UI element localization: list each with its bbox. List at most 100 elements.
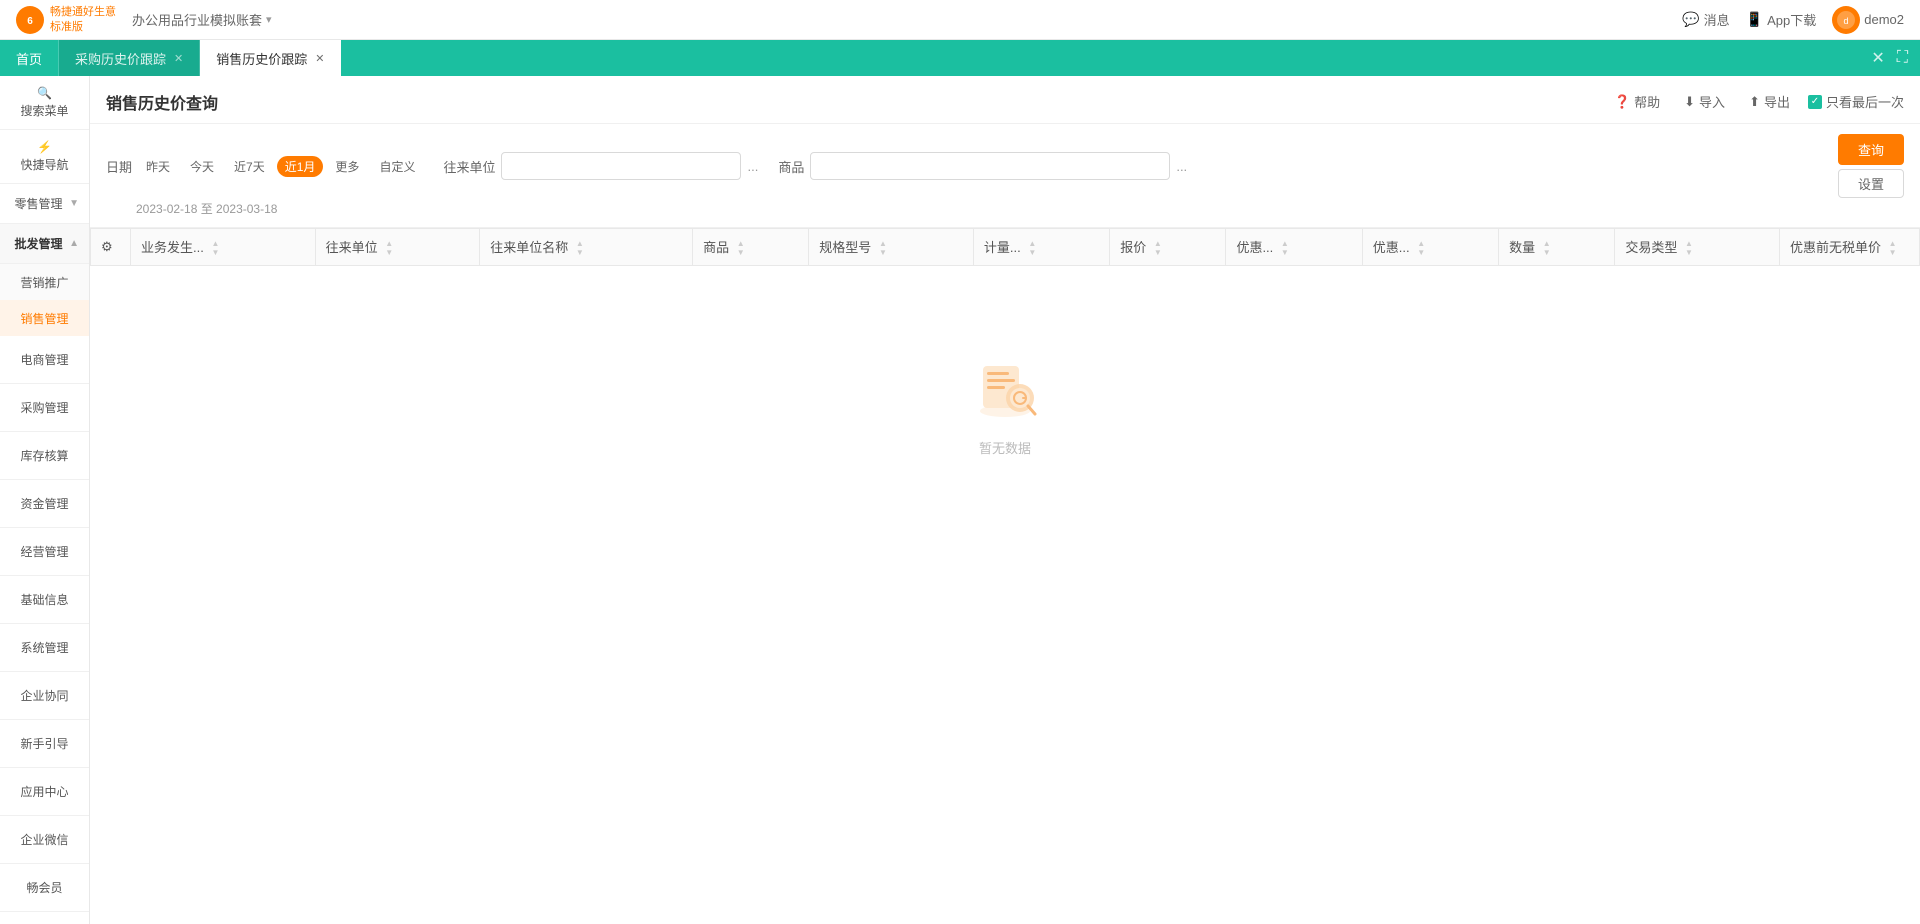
avatar: d (1832, 6, 1860, 34)
close-window-button[interactable]: ✕ (1871, 48, 1884, 68)
sidebar-item-label: 快捷导航 (20, 156, 68, 173)
product-filter-group: 商品 ... (778, 152, 1187, 180)
sidebar-item-system[interactable]: 系统管理 (0, 624, 89, 672)
sidebar-item-enterprise-coop[interactable]: 企业协同 (0, 672, 89, 720)
date-btn-yesterday[interactable]: 昨天 (138, 156, 178, 177)
sidebar-item-wholesale-mgmt[interactable]: 批发管理 ▲ (0, 224, 89, 264)
top-header: 6 畅捷通好生意 标准版 办公用品行业模拟账套 ▾ 💬 消息 📱 App下载 d… (0, 0, 1920, 40)
app-download-icon: 📱 (1746, 11, 1763, 28)
message-icon: 💬 (1682, 11, 1699, 28)
th-pre-tax[interactable]: 优惠前无税单价 ▲▼ (1780, 229, 1920, 266)
sidebar-item-label: 销售管理 (20, 310, 68, 327)
th-qty[interactable]: 数量 ▲▼ (1499, 229, 1615, 266)
gear-icon[interactable]: ⚙ (101, 239, 113, 254)
sidebar-item-basic-info[interactable]: 基础信息 (0, 576, 89, 624)
sidebar-item-sales-mgmt[interactable]: 销售管理 (0, 300, 89, 336)
sort-icons: ▲▼ (1154, 240, 1162, 257)
th-biz-date[interactable]: 业务发生... ▲▼ (131, 229, 316, 266)
user-name: demo2 (1864, 12, 1904, 27)
quick-nav-icon: ⚡ (37, 140, 52, 154)
help-button[interactable]: ❓ 帮助 (1608, 88, 1666, 115)
sidebar-item-purchase[interactable]: 采购管理 (0, 384, 89, 432)
sidebar-item-label: 库存核算 (20, 447, 68, 464)
page-actions: ❓ 帮助 ⬇ 导入 ⬆ 导出 ✓ 只看最后一次 (1608, 88, 1904, 115)
query-button[interactable]: 查询 (1838, 134, 1904, 165)
only-last-label: 只看最后一次 (1826, 92, 1904, 111)
app-download-action[interactable]: 📱 App下载 (1746, 10, 1817, 29)
sidebar-item-member[interactable]: 畅会员 (0, 864, 89, 912)
th-partner-code[interactable]: 往来单位 ▲▼ (315, 229, 480, 266)
sidebar-item-label: 电商管理 (20, 351, 68, 368)
th-partner-code-label: 往来单位 (326, 240, 378, 255)
sidebar-item-retail-mgmt[interactable]: 零售管理 ▼ (0, 184, 89, 224)
th-unit-label: 计量... (984, 240, 1021, 255)
th-quote[interactable]: 报价 ▲▼ (1110, 229, 1226, 266)
date-btn-more[interactable]: 更多 (327, 156, 367, 177)
th-spec[interactable]: 规格型号 ▲▼ (809, 229, 974, 266)
data-table: ⚙ 业务发生... ▲▼ 往来单位 ▲▼ 往来单位名称 (90, 228, 1920, 266)
date-btn-today[interactable]: 今天 (182, 156, 222, 177)
sidebar-item-label: 搜索菜单 (20, 102, 68, 119)
fullscreen-button[interactable]: ⛶ (1897, 49, 1908, 67)
date-label: 日期 (106, 157, 132, 176)
date-range-display: 2023-02-18 至 2023-03-18 (136, 200, 1904, 217)
th-partner-name-label: 往来单位名称 (490, 240, 568, 255)
sidebar-item-ops[interactable]: 经营管理 (0, 528, 89, 576)
th-discount1[interactable]: 优惠... ▲▼ (1226, 229, 1362, 266)
message-label: 消息 (1704, 10, 1730, 29)
date-btn-last1m[interactable]: 近1月 (277, 156, 324, 177)
partner-input[interactable] (501, 152, 741, 180)
only-last-checkbox[interactable]: ✓ 只看最后一次 (1808, 92, 1904, 111)
message-action[interactable]: 💬 消息 (1682, 10, 1729, 29)
tab-sales-close[interactable]: ✕ (315, 52, 324, 65)
user-area[interactable]: d demo2 (1832, 6, 1904, 34)
sort-icons: ▲▼ (576, 240, 584, 257)
tab-purchase-close[interactable]: ✕ (174, 52, 183, 65)
tab-purchase-history[interactable]: 采购历史价跟踪 ✕ (59, 40, 200, 76)
sort-icons: ▲▼ (385, 240, 393, 257)
sidebar-item-label: 批发管理 (10, 235, 67, 252)
date-range-text: 2023-02-18 至 2023-03-18 (136, 202, 277, 216)
sidebar-item-label: 应用中心 (20, 783, 68, 800)
tab-bar-actions: ✕ ⛶ (1859, 40, 1920, 76)
partner-dots[interactable]: ... (747, 159, 758, 174)
th-trade-type-label: 交易类型 (1625, 240, 1677, 255)
th-qty-label: 数量 (1509, 240, 1535, 255)
sidebar-item-enterprise-wechat[interactable]: 企业微信 (0, 816, 89, 864)
sidebar-item-new-guide[interactable]: 新手引导 (0, 720, 89, 768)
export-button[interactable]: ⬆ 导出 (1743, 88, 1796, 115)
th-partner-name[interactable]: 往来单位名称 ▲▼ (480, 229, 693, 266)
sidebar-item-search-menu[interactable]: 🔍 搜索菜单 (0, 76, 89, 130)
sidebar-item-finance[interactable]: 资金管理 (0, 480, 89, 528)
date-options: 昨天 今天 近7天 近1月 更多 自定义 (138, 156, 423, 177)
tab-home-label: 首页 (16, 49, 42, 68)
th-unit[interactable]: 计量... ▲▼ (973, 229, 1109, 266)
sidebar-item-inventory[interactable]: 库存核算 (0, 432, 89, 480)
import-button[interactable]: ⬇ 导入 (1678, 88, 1731, 115)
workspace-selector[interactable]: 办公用品行业模拟账套 ▾ (124, 6, 280, 33)
product-input[interactable] (810, 152, 1170, 180)
settings-button[interactable]: 设置 (1838, 169, 1904, 198)
page-content: 销售历史价查询 ❓ 帮助 ⬇ 导入 ⬆ 导出 ✓ (90, 76, 1920, 924)
sort-icons: ▲▼ (1889, 240, 1897, 257)
checkbox-checked-icon: ✓ (1808, 95, 1822, 109)
sidebar-item-ecommerce[interactable]: 电商管理 (0, 336, 89, 384)
sidebar-item-app-center[interactable]: 应用中心 (0, 768, 89, 816)
th-trade-type[interactable]: 交易类型 ▲▼ (1615, 229, 1780, 266)
sidebar-item-quick-nav[interactable]: ⚡ 快捷导航 (0, 130, 89, 184)
date-btn-custom[interactable]: 自定义 (371, 156, 423, 177)
table-container: ⚙ 业务发生... ▲▼ 往来单位 ▲▼ 往来单位名称 (90, 228, 1920, 924)
logo: 6 畅捷通好生意 标准版 (16, 5, 116, 34)
export-icon: ⬆ (1749, 94, 1760, 110)
product-dots[interactable]: ... (1176, 159, 1187, 174)
tab-home[interactable]: 首页 (0, 40, 59, 76)
th-discount1-label: 优惠... (1236, 240, 1273, 255)
date-btn-last7[interactable]: 近7天 (226, 156, 273, 177)
sidebar-item-marketing[interactable]: 营销推广 (0, 264, 89, 300)
th-product[interactable]: 商品 ▲▼ (693, 229, 809, 266)
th-discount2[interactable]: 优惠... ▲▼ (1362, 229, 1498, 266)
tab-sales-label: 销售历史价跟踪 (216, 49, 307, 68)
sidebar-item-label: 畅会员 (26, 879, 62, 896)
tab-sales-history[interactable]: 销售历史价跟踪 ✕ (200, 40, 341, 76)
product-label: 商品 (778, 157, 804, 176)
